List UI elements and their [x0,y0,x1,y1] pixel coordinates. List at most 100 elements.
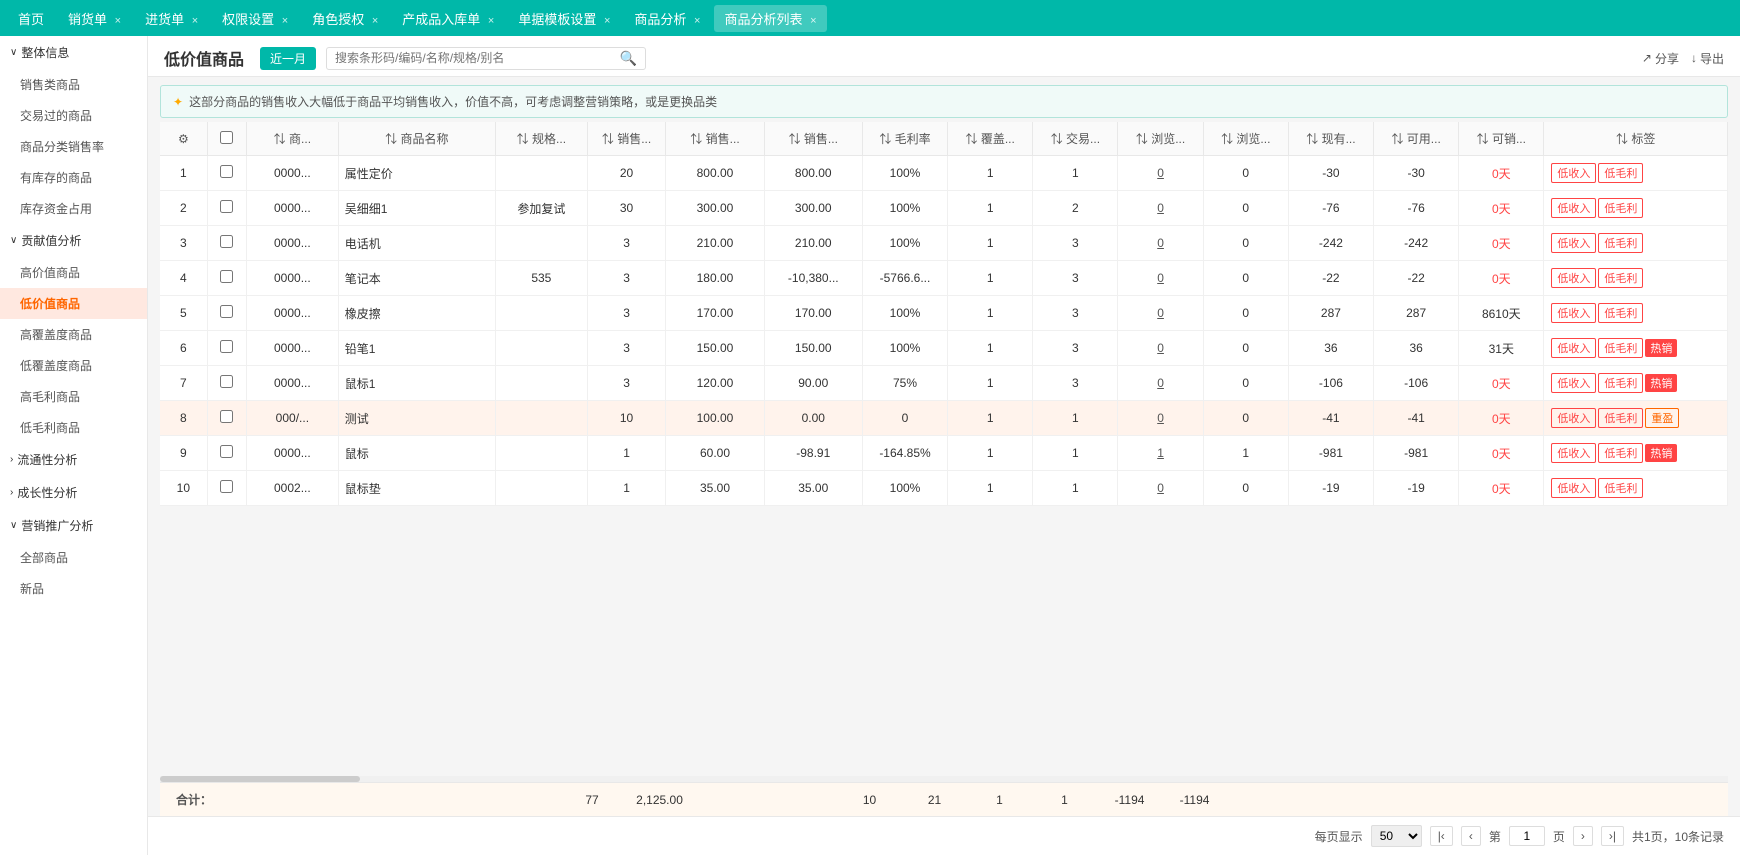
sidebar-item-new-products[interactable]: 新品 [0,573,147,604]
time-filter-button[interactable]: 近一月 [260,47,316,70]
td-check[interactable] [207,331,246,366]
sidebar-item-high-value[interactable]: 高价值商品 [0,257,147,288]
page-number-input[interactable] [1509,826,1545,846]
nav-home[interactable]: 首页 [8,5,54,32]
browse-link[interactable]: 0 [1157,411,1164,425]
browse-link[interactable]: 1 [1157,446,1164,460]
nav-purchase-order[interactable]: 进货单 × [135,5,208,32]
sidebar-item-stock-products[interactable]: 有库存的商品 [0,162,147,193]
nav-close-purchase[interactable]: × [192,15,198,27]
row-checkbox[interactable] [220,305,233,318]
nav-permission[interactable]: 权限设置 × [212,5,298,32]
search-icon[interactable]: 🔍 [620,50,637,67]
th-margin[interactable]: ⇅ 毛利率 [862,122,947,156]
nav-sales-order[interactable]: 销货单 × [58,5,131,32]
browse-link[interactable]: 0 [1157,481,1164,495]
sidebar-item-high-margin[interactable]: 高毛利商品 [0,381,147,412]
nav-close-analysis-list[interactable]: × [810,15,816,27]
top-navigation: 首页 销货单 × 进货单 × 权限设置 × 角色授权 × 产成品入库单 × 单据… [0,0,1740,36]
th-browse2[interactable]: ⇅ 浏览... [1203,122,1288,156]
nav-close-sales[interactable]: × [115,15,121,27]
row-checkbox[interactable] [220,235,233,248]
page-size-select[interactable]: 50 100 200 [1371,825,1422,847]
th-stock2[interactable]: ⇅ 可用... [1374,122,1459,156]
td-check[interactable] [207,436,246,471]
sidebar-item-low-value[interactable]: 低价值商品 [0,288,147,319]
nav-close-role[interactable]: × [372,15,378,27]
sidebar-item-high-coverage[interactable]: 高覆盖度商品 [0,319,147,350]
export-button[interactable]: ↓ 导出 [1691,50,1724,67]
browse-link[interactable]: 0 [1157,306,1164,320]
th-spec[interactable]: ⇅ 规格... [495,122,587,156]
td-check[interactable] [207,226,246,261]
nav-analysis-list[interactable]: 商品分析列表 × [714,5,826,32]
td-check[interactable] [207,191,246,226]
td-check[interactable] [207,261,246,296]
sidebar-section-overall[interactable]: ∨ 整体信息 [0,36,147,69]
browse-link[interactable]: 0 [1157,271,1164,285]
th-tags[interactable]: ⇅ 标签 [1544,122,1728,156]
total-info: 共1页，10条记录 [1632,828,1724,845]
row-checkbox[interactable] [220,165,233,178]
th-browse1[interactable]: ⇅ 浏览... [1118,122,1203,156]
th-sellable[interactable]: ⇅ 可销... [1459,122,1544,156]
last-page-button[interactable]: ›| [1601,826,1624,846]
sidebar-section-liquidity[interactable]: › 流通性分析 [0,443,147,476]
row-checkbox[interactable] [220,270,233,283]
th-stock1[interactable]: ⇅ 现有... [1288,122,1373,156]
browse-link[interactable]: 0 [1157,201,1164,215]
browse-link[interactable]: 0 [1157,341,1164,355]
row-checkbox[interactable] [220,445,233,458]
row-checkbox[interactable] [220,410,233,423]
row-checkbox[interactable] [220,200,233,213]
td-check[interactable] [207,156,246,191]
sidebar-section-contribution[interactable]: ∨ 贡献值分析 [0,224,147,257]
nav-template-setting[interactable]: 单据模板设置 × [508,5,620,32]
select-all-checkbox[interactable] [220,131,233,144]
row-checkbox[interactable] [220,480,233,493]
nav-product-entry[interactable]: 产成品入库单 × [392,5,504,32]
td-check[interactable] [207,366,246,401]
share-label: 分享 [1655,50,1679,67]
sidebar-item-low-coverage[interactable]: 低覆盖度商品 [0,350,147,381]
search-input[interactable] [335,51,620,65]
sidebar-item-all-products[interactable]: 全部商品 [0,542,147,573]
th-sales-qty[interactable]: ⇅ 销售... [587,122,666,156]
nav-close-template[interactable]: × [604,15,610,27]
sidebar-item-low-margin[interactable]: 低毛利商品 [0,412,147,443]
th-sales-amt[interactable]: ⇅ 销售... [666,122,764,156]
sort-icon-stock2: ⇅ [1391,132,1403,146]
sidebar-item-traded-products[interactable]: 交易过的商品 [0,100,147,131]
nav-role-auth[interactable]: 角色授权 × [302,5,388,32]
th-cover[interactable]: ⇅ 覆盖... [948,122,1033,156]
th-settings[interactable]: ⚙ [160,122,207,156]
th-trade[interactable]: ⇅ 交易... [1033,122,1118,156]
th-sales-cost[interactable]: ⇅ 销售... [764,122,862,156]
th-check[interactable] [207,122,246,156]
sidebar-item-category-rate[interactable]: 商品分类销售率 [0,131,147,162]
sidebar-item-sales-products[interactable]: 销售类商品 [0,69,147,100]
first-page-button[interactable]: |‹ [1430,826,1453,846]
nav-close-product[interactable]: × [488,15,494,27]
td-check[interactable] [207,296,246,331]
th-name[interactable]: ⇅ 商品名称 [338,122,495,156]
share-button[interactable]: ↗ 分享 [1642,50,1679,67]
th-code[interactable]: ⇅ 商... [246,122,338,156]
row-checkbox[interactable] [220,340,233,353]
nav-close-permission[interactable]: × [282,15,288,27]
sidebar-item-capital[interactable]: 库存资金占用 [0,193,147,224]
next-page-button[interactable]: › [1573,826,1593,846]
sidebar-section-growth[interactable]: › 成长性分析 [0,476,147,509]
row-checkbox[interactable] [220,375,233,388]
sidebar-section-marketing[interactable]: ∨ 营销推广分析 [0,509,147,542]
nav-close-analysis[interactable]: × [694,15,700,27]
browse-link[interactable]: 0 [1157,236,1164,250]
td-check[interactable] [207,471,246,506]
td-browse2: 0 [1203,191,1288,226]
td-sellable: 0天 [1459,261,1544,296]
td-check[interactable] [207,401,246,436]
nav-product-analysis[interactable]: 商品分析 × [624,5,710,32]
browse-link[interactable]: 0 [1157,376,1164,390]
browse-link[interactable]: 0 [1157,166,1164,180]
prev-page-button[interactable]: ‹ [1461,826,1481,846]
